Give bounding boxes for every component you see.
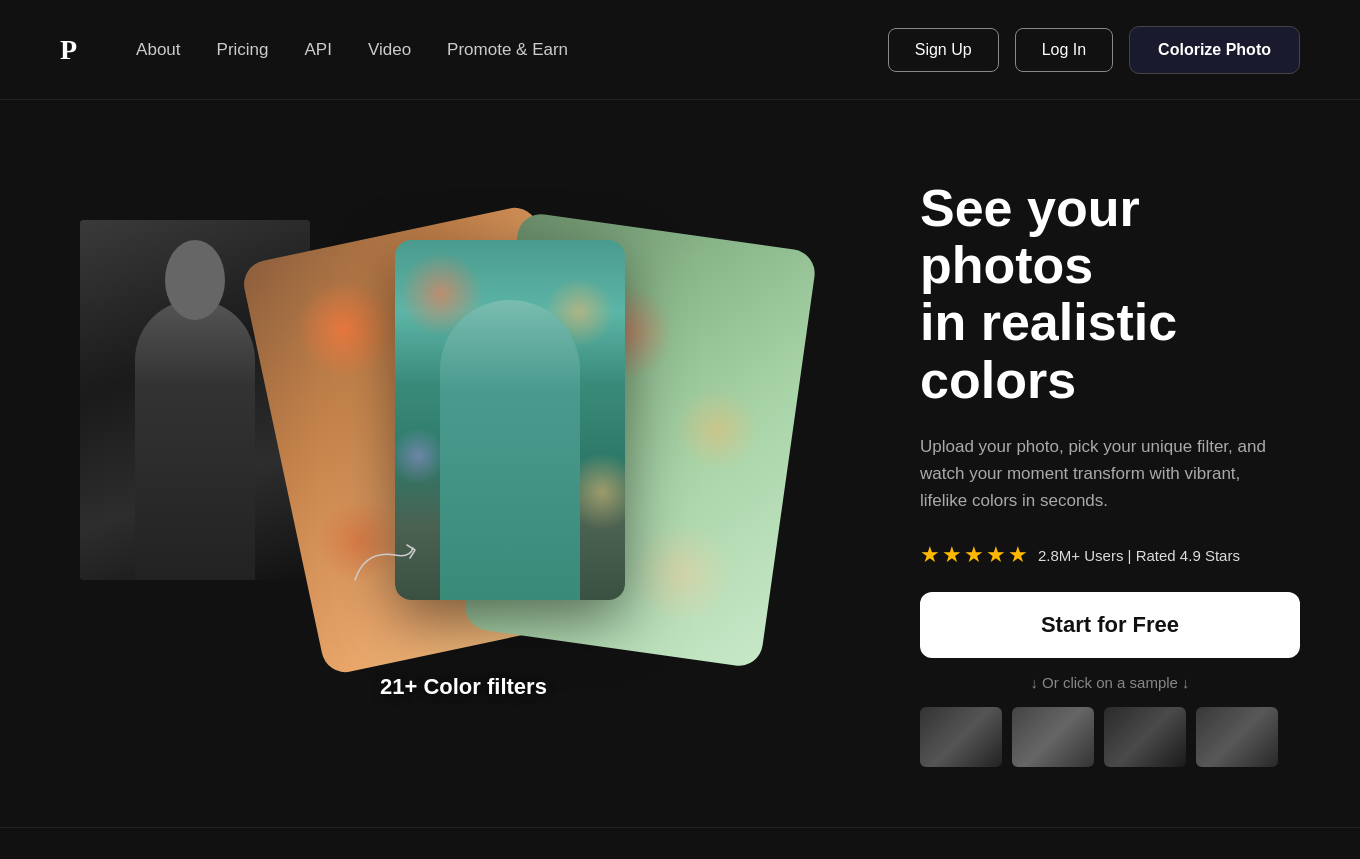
colorize-button[interactable]: Colorize Photo xyxy=(1129,26,1300,74)
nav-link-pricing[interactable]: Pricing xyxy=(217,40,269,59)
rating-row: ★ ★ ★ ★ ★ 2.8M+ Users | Rated 4.9 Stars xyxy=(920,542,1300,568)
logo[interactable]: P xyxy=(60,34,76,66)
photo-collage: 21+ Color filters xyxy=(60,160,880,740)
star-5: ★ xyxy=(1008,542,1028,568)
nav-item-api[interactable]: API xyxy=(305,40,332,60)
nav-item-pricing[interactable]: Pricing xyxy=(217,40,269,60)
nav-link-promote[interactable]: Promote & Earn xyxy=(447,40,568,59)
nav-links: About Pricing API Video Promote & Earn xyxy=(136,40,888,60)
arrow-icon xyxy=(345,540,425,590)
star-rating: ★ ★ ★ ★ ★ xyxy=(920,542,1028,568)
sample-thumb-2[interactable] xyxy=(1012,707,1094,767)
nav-item-video[interactable]: Video xyxy=(368,40,411,60)
cta-description: Upload your photo, pick your unique filt… xyxy=(920,433,1280,515)
sample-images xyxy=(920,707,1300,767)
nav-actions: Sign Up Log In Colorize Photo xyxy=(888,26,1300,74)
sample-thumb-1[interactable] xyxy=(920,707,1002,767)
trusted-section: Trusted in productions for: H B B C xyxy=(0,827,1360,859)
filter-label: 21+ Color filters xyxy=(380,674,547,700)
sample-hint: ↓ Or click on a sample ↓ xyxy=(920,674,1300,691)
nav-item-about[interactable]: About xyxy=(136,40,180,60)
nav-item-promote[interactable]: Promote & Earn xyxy=(447,40,568,60)
sample-thumb-3[interactable] xyxy=(1104,707,1186,767)
nav-link-about[interactable]: About xyxy=(136,40,180,59)
headline-line2: in realistic colors xyxy=(920,293,1177,408)
nav-link-video[interactable]: Video xyxy=(368,40,411,59)
cta-headline: See your photos in realistic colors xyxy=(920,180,1300,409)
cta-section: See your photos in realistic colors Uplo… xyxy=(920,160,1300,767)
headline-line1: See your photos xyxy=(920,179,1140,294)
sample-thumb-4[interactable] xyxy=(1196,707,1278,767)
star-3: ★ xyxy=(964,542,984,568)
rating-text: 2.8M+ Users | Rated 4.9 Stars xyxy=(1038,547,1240,564)
signup-button[interactable]: Sign Up xyxy=(888,28,999,72)
star-2: ★ xyxy=(942,542,962,568)
main-card-inner xyxy=(395,240,625,600)
star-4: ★ xyxy=(986,542,1006,568)
start-free-button[interactable]: Start for Free xyxy=(920,592,1300,658)
navbar: P About Pricing API Video Promote & Earn… xyxy=(0,0,1360,100)
main-colorized-photo xyxy=(395,240,625,600)
star-1: ★ xyxy=(920,542,940,568)
login-button[interactable]: Log In xyxy=(1015,28,1113,72)
nav-link-api[interactable]: API xyxy=(305,40,332,59)
arrow-annotation xyxy=(345,540,425,593)
hero-section: 21+ Color filters See your photos in rea… xyxy=(0,100,1360,807)
